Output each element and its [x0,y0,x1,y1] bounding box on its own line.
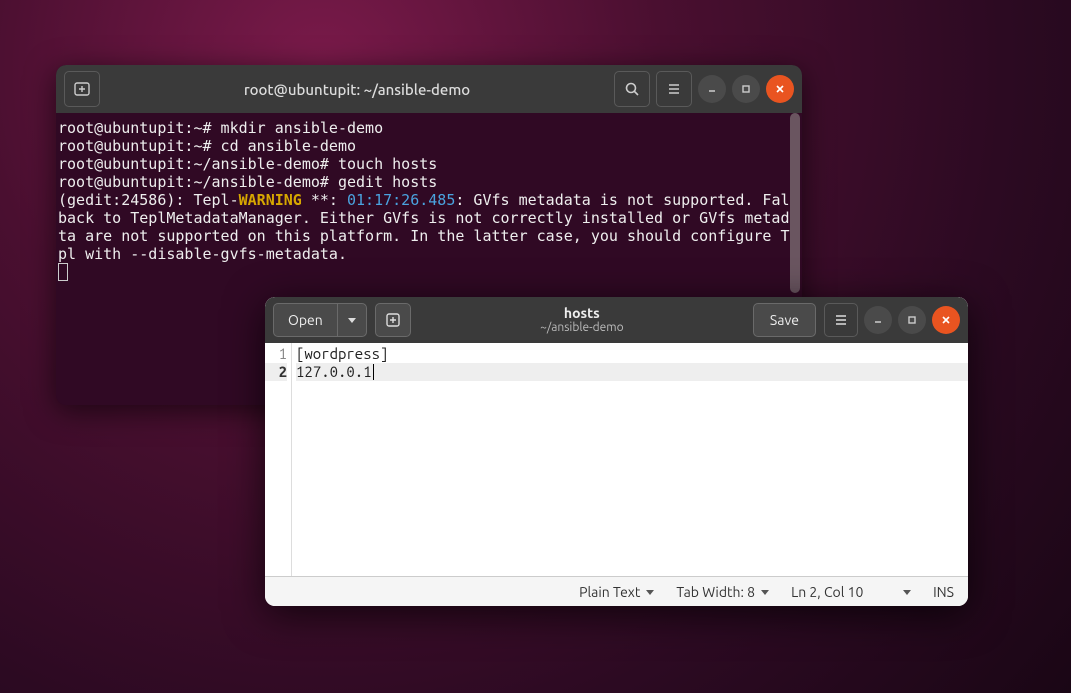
chevron-down-icon [903,590,911,595]
gedit-minimize-button[interactable] [864,306,892,334]
status-position-label: Ln 2, Col 10 [791,584,863,600]
status-insert-mode[interactable]: INS [933,584,954,600]
terminal-search-button[interactable] [614,71,650,107]
open-dropdown-button[interactable] [337,303,367,337]
line-number: 2 [265,363,287,381]
gedit-menu-button[interactable] [824,303,858,337]
terminal-title: root@ubuntupit: ~/ansible-demo [100,81,614,98]
terminal-maximize-button[interactable] [732,75,760,103]
editor-line[interactable]: 127.0.0.1 [296,363,968,381]
open-button[interactable]: Open [273,303,337,337]
terminal-new-tab-button[interactable] [64,71,100,107]
terminal-close-button[interactable] [766,75,794,103]
chevron-down-icon [761,590,769,595]
chevron-down-icon [348,318,356,323]
save-button[interactable]: Save [753,303,816,337]
terminal-titlebar: root@ubuntupit: ~/ansible-demo [56,65,802,113]
line-number-gutter: 12 [265,343,292,576]
status-mode-label: INS [933,584,954,600]
gedit-title: hosts ~/ansible-demo [411,306,753,335]
gedit-file-name: hosts [411,306,753,321]
status-language-label: Plain Text [579,584,640,600]
terminal-menu-button[interactable] [656,71,692,107]
editor-content[interactable]: [wordpress]127.0.0.1 [292,343,968,576]
gedit-close-button[interactable] [932,306,960,334]
status-position-selector[interactable]: Ln 2, Col 10 [791,584,911,600]
status-language-selector[interactable]: Plain Text [579,584,654,600]
status-tab-width-selector[interactable]: Tab Width: 8 [676,584,769,600]
editor-line[interactable]: [wordpress] [296,345,968,363]
gedit-window: Open hosts ~/ansible-demo Save [265,297,968,606]
line-number: 1 [265,345,287,363]
terminal-cursor [58,263,68,281]
gedit-titlebar: Open hosts ~/ansible-demo Save [265,297,968,343]
gedit-file-path: ~/ansible-demo [411,321,753,334]
gedit-maximize-button[interactable] [898,306,926,334]
gedit-editor-area[interactable]: 12 [wordpress]127.0.0.1 [265,343,968,576]
terminal-scrollbar[interactable] [790,113,800,293]
terminal-minimize-button[interactable] [698,75,726,103]
chevron-down-icon [646,590,654,595]
gedit-statusbar: Plain Text Tab Width: 8 Ln 2, Col 10 INS [265,576,968,606]
text-cursor [373,364,374,380]
gedit-new-document-button[interactable] [375,303,411,337]
status-tab-width-label: Tab Width: 8 [676,584,755,600]
